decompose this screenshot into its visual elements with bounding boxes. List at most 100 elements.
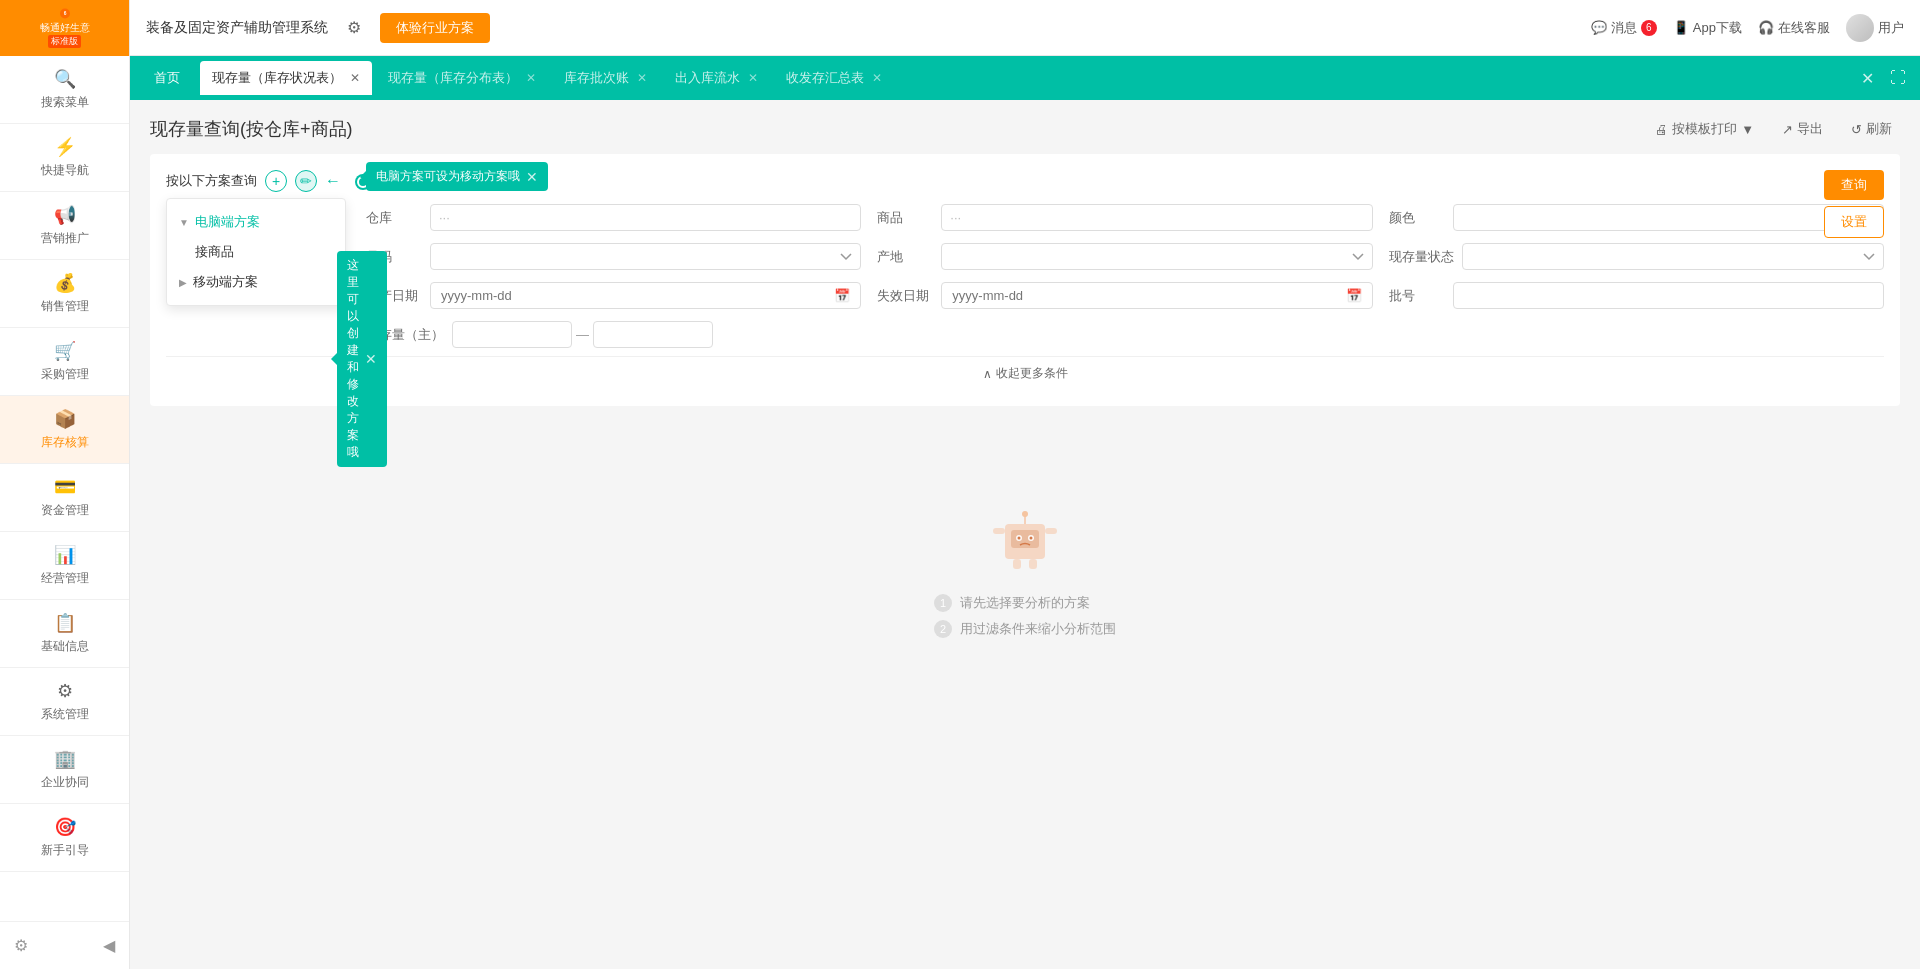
export-btn[interactable]: ↗ 导出 [1774,116,1831,142]
quick-nav-icon: ⚡ [54,136,76,158]
expire-date-calendar-icon[interactable]: 📅 [1346,288,1362,303]
tab-home[interactable]: 首页 [138,61,196,95]
empty-step-2: 2 用过滤条件来缩小分析范围 [934,616,1116,642]
filter-row-1: 仓库 ··· 商品 ··· 颜色 [366,204,1884,231]
filter-row-4: 现存量（主） — [366,321,1884,348]
refresh-btn[interactable]: ↺ 刷新 [1843,116,1900,142]
sidebar-item-basics[interactable]: 📋 基础信息 [0,600,129,668]
filter-back-btn[interactable]: ← [325,172,341,190]
empty-illustration [985,494,1065,574]
tab-inventory-status[interactable]: 现存量（库存状况表） ✕ [200,61,372,95]
online-service-label: 在线客服 [1778,19,1830,37]
sidebar-item-sales[interactable]: 💰 销售管理 [0,260,129,328]
filter-add-btn[interactable]: + [265,170,287,192]
message-label: 消息 [1611,19,1637,37]
expand-arrow-icon: ▼ [179,217,189,228]
tab-recv-summary[interactable]: 收发存汇总表 ✕ [774,61,894,95]
print-btn[interactable]: 🖨 按模板打印 ▼ [1647,116,1762,142]
headset-icon: 🎧 [1758,20,1774,35]
filter-row-3: 生产日期 📅 失效日期 📅 批号 [366,282,1884,309]
tab-in-out-flow-close[interactable]: ✕ [748,71,758,85]
tab-batch-account-label: 库存批次账 [564,69,629,87]
sidebar-item-operations[interactable]: 📊 经营管理 [0,532,129,600]
svg-rect-10 [993,528,1005,534]
prod-date-input[interactable] [441,288,834,303]
sidebar-item-quick-nav[interactable]: ⚡ 快捷导航 [0,124,129,192]
expire-date-input[interactable] [952,288,1345,303]
sidebar-item-purchase[interactable]: 🛒 采购管理 [0,328,129,396]
settings-btn[interactable]: 设置 [1824,206,1884,238]
sidebar-item-label: 基础信息 [41,638,89,655]
scheme-popover-content: 电脑方案可设为移动方案哦 ✕ [366,162,548,191]
scheme-tree-item-pc[interactable]: ▼ 电脑端方案 [167,207,345,237]
sidebar-item-label: 企业协同 [41,774,89,791]
filter-field-expire-date: 失效日期 📅 [877,282,1372,309]
size-select[interactable] [430,243,861,270]
maximize-btn[interactable]: ⛶ [1884,65,1912,92]
tab-batch-account[interactable]: 库存批次账 ✕ [552,61,659,95]
page-header: 现存量查询(按仓库+商品) 🖨 按模板打印 ▼ ↗ 导出 ↺ 刷新 [150,116,1900,142]
scheme-tree-item-product[interactable]: 接商品 [167,237,345,267]
user-profile-btn[interactable]: 用户 [1846,14,1904,42]
tab-inventory-status-close[interactable]: ✕ [350,71,360,85]
step-1-text: 请先选择要分析的方案 [960,590,1090,616]
tab-inventory-dist-close[interactable]: ✕ [526,71,536,85]
color-select[interactable] [1453,204,1884,231]
sidebar-item-label: 营销推广 [41,230,89,247]
stock-qty-to[interactable] [593,321,713,348]
sidebar-item-guide[interactable]: 🎯 新手引导 [0,804,129,872]
expire-date-label: 失效日期 [877,287,933,305]
svg-point-9 [1022,511,1028,517]
system-icon: ⚙ [57,680,73,702]
prod-date-calendar-icon[interactable]: 📅 [834,288,850,303]
stock-status-select[interactable] [1462,243,1884,270]
tab-batch-account-close[interactable]: ✕ [637,71,647,85]
tab-in-out-flow[interactable]: 出入库流水 ✕ [663,61,770,95]
messages-btn[interactable]: 💬 消息 6 [1591,19,1657,37]
collapse-bar[interactable]: ∧ 收起更多条件 [166,356,1884,390]
filter-field-origin: 产地 [877,243,1372,270]
create-tooltip-container: 这里可以创建和修改方案哦 ✕ [337,251,387,467]
prod-date-input-wrapper[interactable]: 📅 [430,282,861,309]
page-content: 现存量查询(按仓库+商品) 🖨 按模板打印 ▼ ↗ 导出 ↺ 刷新 [130,100,1920,969]
tab-inventory-dist[interactable]: 现存量（库存分布表） ✕ [376,61,548,95]
sidebar-item-label: 经营管理 [41,570,89,587]
sidebar-item-system[interactable]: ⚙ 系统管理 [0,668,129,736]
expire-date-input-wrapper[interactable]: 📅 [941,282,1372,309]
stock-qty-from[interactable] [452,321,572,348]
app-download-btn[interactable]: 📱 App下载 [1673,19,1742,37]
create-tooltip-close-btn[interactable]: ✕ [365,351,377,367]
topbar-settings-btn[interactable]: ⚙ [340,14,368,42]
step-2-number: 2 [934,620,952,638]
batch-no-input[interactable] [1453,282,1884,309]
topbar-right: 💬 消息 6 📱 App下载 🎧 在线客服 用户 [1591,14,1904,42]
origin-select[interactable] [941,243,1372,270]
filter-edit-btn[interactable]: ✏ [295,170,317,192]
online-service-btn[interactable]: 🎧 在线客服 [1758,19,1830,37]
guide-icon: 🎯 [54,816,76,838]
stock-status-label: 现存量状态 [1389,248,1454,266]
sales-icon: 💰 [54,272,76,294]
close-all-tabs-btn[interactable]: ✕ [1855,65,1880,92]
sidebar-item-enterprise[interactable]: 🏢 企业协同 [0,736,129,804]
sidebar-item-finance[interactable]: 💳 资金管理 [0,464,129,532]
sidebar-item-label: 新手引导 [41,842,89,859]
collapse-up-icon: ∧ [983,367,992,381]
tab-inventory-status-label: 现存量（库存状况表） [212,69,342,87]
query-btn[interactable]: 查询 [1824,170,1884,200]
sidebar-item-label: 库存核算 [41,434,89,451]
tab-recv-summary-label: 收发存汇总表 [786,69,864,87]
sidebar-collapse-btn[interactable]: ◀ [99,932,119,959]
app-badge: 标准版 [48,35,81,48]
sidebar-item-inventory[interactable]: 📦 库存核算 [0,396,129,464]
sidebar-item-marketing[interactable]: 📢 营销推广 [0,192,129,260]
filter-action-buttons: 查询 设置 [1824,170,1884,238]
sidebar-settings-btn[interactable]: ⚙ [10,932,32,959]
step-2-text: 用过滤条件来缩小分析范围 [960,616,1116,642]
sidebar-item-label: 资金管理 [41,502,89,519]
sidebar-item-search[interactable]: 🔍 搜索菜单 [0,56,129,124]
scheme-tree-item-mobile[interactable]: ▶ 移动端方案 [167,267,345,297]
tab-recv-summary-close[interactable]: ✕ [872,71,882,85]
solution-button[interactable]: 体验行业方案 [380,13,490,43]
scheme-popover-close-btn[interactable]: ✕ [526,169,538,185]
